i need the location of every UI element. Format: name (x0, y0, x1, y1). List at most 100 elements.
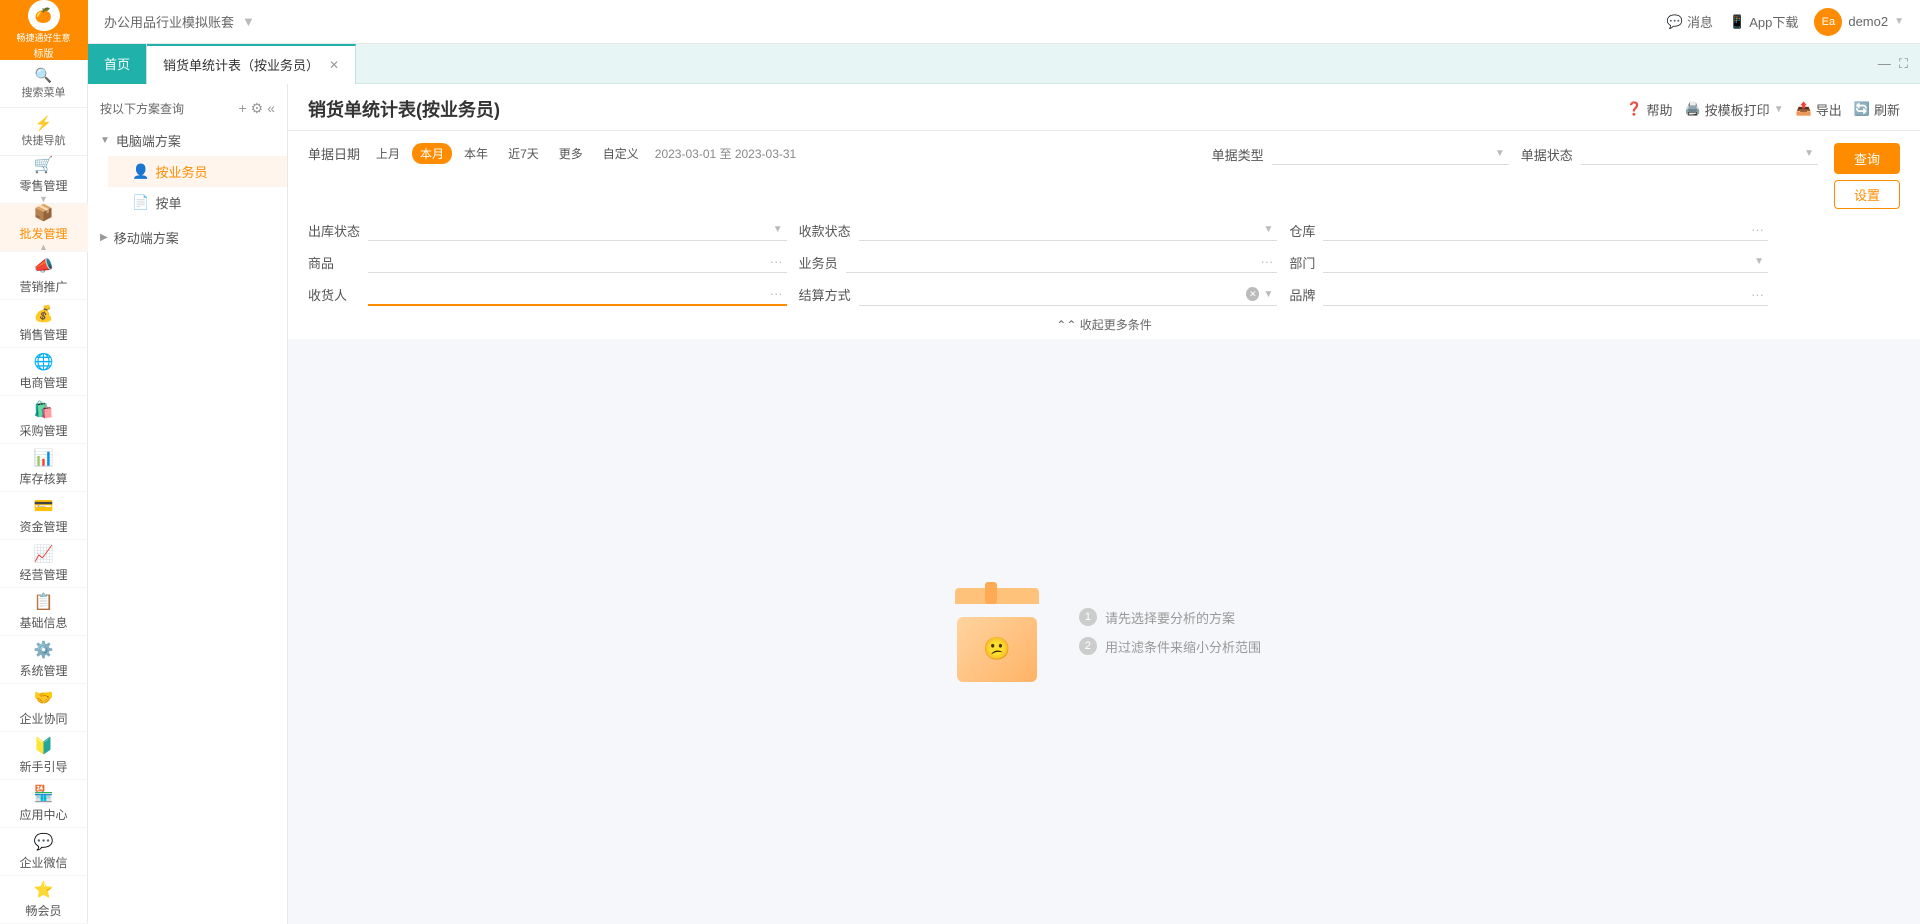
step1-num: 1 (1079, 608, 1097, 626)
brand-control[interactable]: ··· (1323, 284, 1768, 306)
tree-label-by-salesman: 按业务员 (155, 162, 207, 181)
date-tab-custom[interactable]: 自定义 (595, 143, 647, 164)
sidebar-item-system[interactable]: ⚙️ 系统管理 (0, 636, 88, 684)
help-icon: ❓ (1626, 101, 1642, 117)
tab-home[interactable]: 首页 (88, 44, 147, 84)
query-button[interactable]: 查询 (1834, 143, 1900, 174)
messages-btn[interactable]: 💬 消息 (1667, 12, 1713, 31)
app-download-btn[interactable]: 📱 App下载 (1729, 12, 1798, 31)
sidebar-item-wechat[interactable]: 💬 企业微信 (0, 828, 88, 876)
department-control[interactable]: ▼ (1323, 251, 1768, 273)
user-chevron-icon: ▼ (1894, 16, 1904, 27)
retail-icon: 🛒 (34, 155, 54, 175)
date-tab-last-month[interactable]: 上月 (368, 143, 408, 164)
tree-item-by-salesman[interactable]: 👤 按业务员 (108, 156, 287, 187)
sidebar-item-member[interactable]: ⭐ 畅会员 (0, 876, 88, 924)
add-scheme-btn[interactable]: + (238, 100, 246, 117)
goods-input[interactable] (372, 254, 770, 269)
sidebar-item-guide[interactable]: 🔰 新手引导 (0, 732, 88, 780)
tabbar: 首页 销货单统计表（按业务员） ✕ — ⛶ (88, 44, 1920, 84)
warehouse-input[interactable] (1327, 222, 1751, 237)
operation-icon: 📈 (34, 544, 54, 564)
brand-more-icon[interactable]: ··· (1751, 287, 1764, 302)
outbound-input[interactable] (372, 222, 773, 237)
empty-box-body: 😕 (957, 617, 1037, 682)
settlement-chevron-icon: ▼ (1263, 289, 1273, 300)
doc-type-input[interactable] (1276, 146, 1495, 161)
date-tab-this-year[interactable]: 本年 (456, 143, 496, 164)
maximize-btn[interactable]: ⛶ (1899, 56, 1908, 72)
sidebar-item-sales[interactable]: 💰 销售管理 (0, 300, 88, 348)
salesman-more-icon[interactable]: ··· (1260, 254, 1273, 269)
sidebar-item-wholesale[interactable]: 📦 批发管理 ▲ (0, 204, 88, 252)
user-name: demo2 (1848, 14, 1888, 29)
settlement-input[interactable] (863, 287, 1247, 302)
help-btn[interactable]: ❓ 帮助 (1626, 100, 1672, 119)
sidebar-item-cooperation[interactable]: 🤝 企业协同 (0, 684, 88, 732)
doc-status-input[interactable] (1585, 146, 1804, 161)
payment-input[interactable] (863, 222, 1264, 237)
doc-type-control[interactable]: ▼ (1272, 143, 1509, 165)
outbound-control[interactable]: ▼ (368, 219, 787, 241)
tab-sales-stat[interactable]: 销货单统计表（按业务员） ✕ (147, 44, 356, 84)
logo-text: 畅捷通好生意 (16, 33, 70, 45)
settlement-label: 结算方式 (799, 285, 851, 304)
consignee-input[interactable] (372, 286, 770, 301)
settlement-control[interactable]: ✕ ▼ (859, 284, 1278, 306)
refresh-btn[interactable]: 🔄 刷新 (1854, 100, 1900, 119)
settings-scheme-btn[interactable]: ⚙ (251, 100, 264, 117)
date-tab-more[interactable]: 更多 (551, 143, 591, 164)
consignee-more-icon[interactable]: ··· (770, 286, 783, 301)
tree-item-mobile-scheme[interactable]: ▶ 移动端方案 (88, 222, 287, 253)
date-tab-this-month[interactable]: 本月 (412, 143, 452, 164)
sidebar-item-operation[interactable]: 📈 经营管理 (0, 540, 88, 588)
export-btn[interactable]: 📤 导出 (1796, 100, 1842, 119)
goods-control[interactable]: ··· (368, 251, 787, 273)
right-panel: 销货单统计表(按业务员) ❓ 帮助 🖨️ 按模板打印 ▼ 📤 导出 (288, 84, 1920, 924)
tab-sales-stat-close[interactable]: ✕ (329, 58, 339, 72)
sidebar-item-inventory[interactable]: 📊 库存核算 (0, 444, 88, 492)
warehouse-more-icon[interactable]: ··· (1751, 222, 1764, 237)
department-input[interactable] (1327, 254, 1754, 269)
consignee-control[interactable]: ··· (368, 283, 787, 306)
sidebar-item-purchase[interactable]: 🛍️ 采购管理 (0, 396, 88, 444)
salesman-input[interactable] (850, 254, 1261, 269)
date-label: 单据日期 (308, 144, 360, 163)
search-menu[interactable]: 🔍 搜索菜单 (0, 60, 88, 108)
print-btn[interactable]: 🖨️ 按模板打印 ▼ (1684, 100, 1783, 119)
sidebar-item-ecommerce[interactable]: 🌐 电商管理 (0, 348, 88, 396)
settings-button[interactable]: 设置 (1834, 180, 1900, 209)
department-chevron-icon: ▼ (1754, 256, 1764, 267)
salesman-control[interactable]: ··· (846, 251, 1278, 273)
tree-item-pc-scheme[interactable]: ▼ 电脑端方案 (88, 125, 287, 156)
minimize-btn[interactable]: — (1878, 56, 1891, 71)
consignee-label: 收货人 (308, 285, 360, 304)
doc-type-chevron-icon: ▼ (1495, 148, 1505, 159)
brand-input[interactable] (1327, 287, 1751, 302)
sidebar-item-member-label: 畅会员 (25, 902, 61, 919)
user-menu[interactable]: Ea demo2 ▼ (1814, 8, 1904, 36)
doc-status-chevron-icon: ▼ (1804, 148, 1814, 159)
tree-label-pc-scheme: 电脑端方案 (116, 131, 181, 150)
collapse-panel-btn[interactable]: « (267, 100, 275, 117)
quick-nav[interactable]: ⚡ 快捷导航 (0, 108, 88, 156)
settlement-clear-btn[interactable]: ✕ (1246, 287, 1259, 301)
date-tab-last-7-days[interactable]: 近7天 (500, 143, 547, 164)
tree-item-by-order[interactable]: 📄 按单 (108, 187, 287, 218)
sidebar-item-marketing[interactable]: 📣 营销推广 (0, 252, 88, 300)
payment-control[interactable]: ▼ (859, 219, 1278, 241)
tab-sales-stat-label: 销货单统计表（按业务员） (163, 55, 319, 74)
export-icon: 📤 (1796, 101, 1812, 117)
user-initials: Ea (1822, 16, 1835, 28)
empty-step-1: 1 请先选择要分析的方案 (1079, 608, 1261, 627)
sidebar-item-basic[interactable]: 📋 基础信息 (0, 588, 88, 636)
warehouse-control[interactable]: ··· (1323, 219, 1768, 241)
step2-num: 2 (1079, 637, 1097, 655)
goods-more-icon[interactable]: ··· (770, 254, 783, 269)
salesman-label: 业务员 (799, 253, 838, 272)
doc-status-control[interactable]: ▼ (1581, 143, 1818, 165)
sidebar-item-apps[interactable]: 🏪 应用中心 (0, 780, 88, 828)
sidebar-item-retail[interactable]: 🛒 零售管理 ▼ (0, 156, 88, 204)
sidebar-item-finance[interactable]: 💳 资金管理 (0, 492, 88, 540)
collapse-filters-btn[interactable]: ⌃⌃ 收起更多条件 (308, 310, 1900, 339)
